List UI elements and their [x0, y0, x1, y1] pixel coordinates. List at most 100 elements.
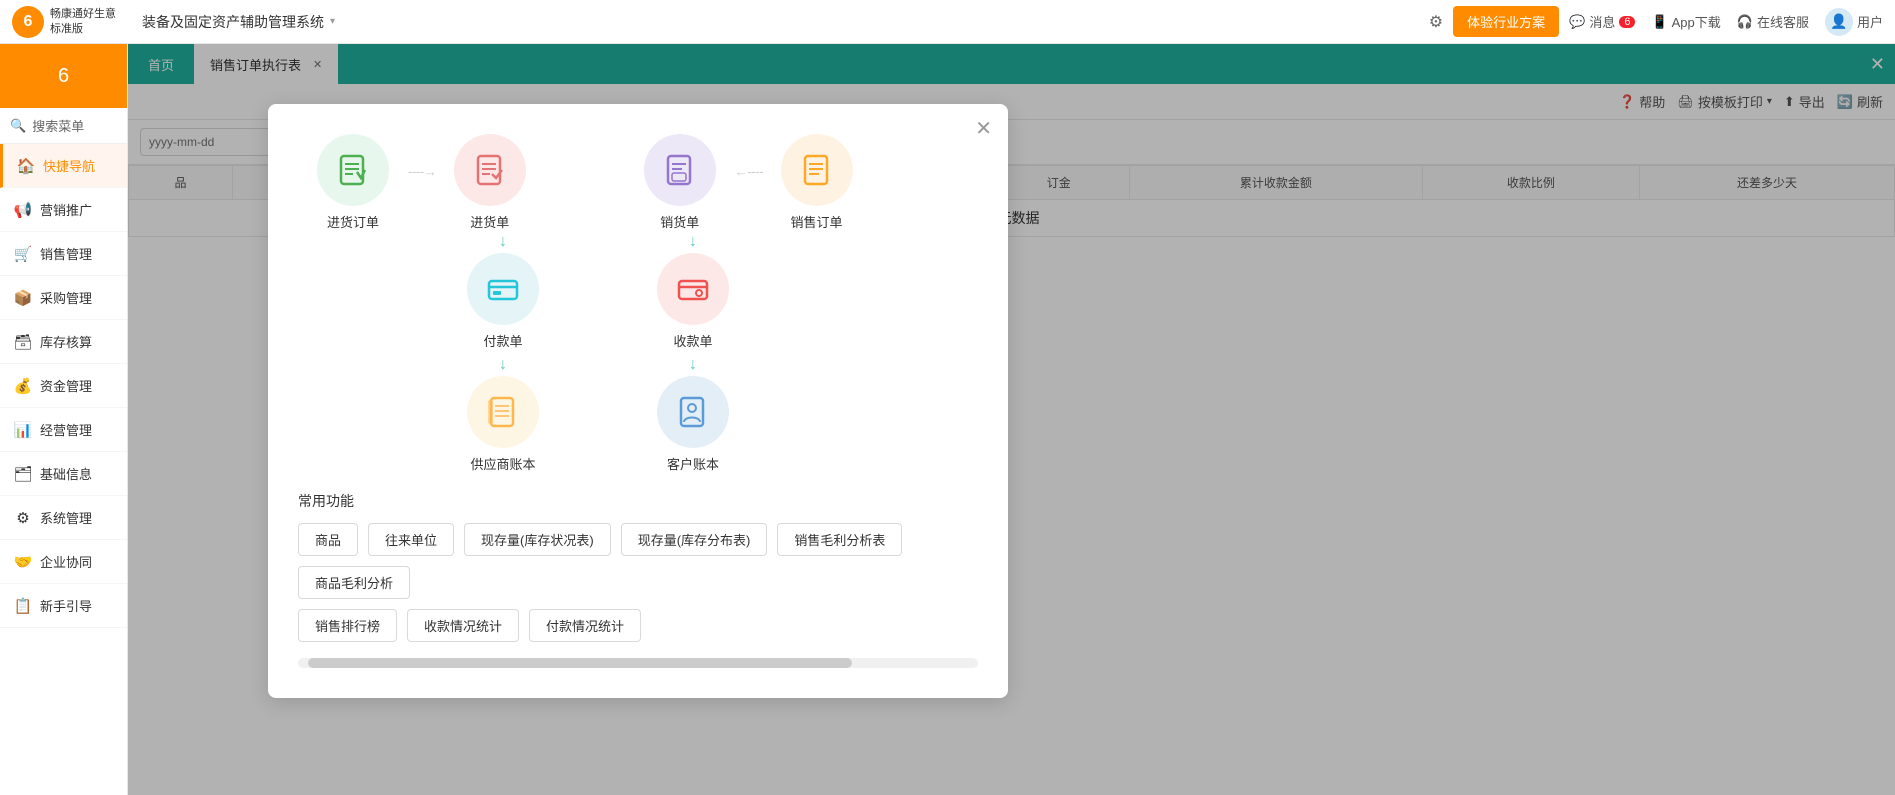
- spacer-r3-1: [298, 356, 408, 374]
- sidebar-item-sys-mgmt[interactable]: ⚙ 系统管理: [0, 496, 127, 540]
- sidebar-item-finance[interactable]: 💰 资金管理: [0, 364, 127, 408]
- sidebar-item-inventory[interactable]: 🗃 库存核算: [0, 320, 127, 364]
- flow-node-payment[interactable]: 付款单: [448, 253, 558, 350]
- popup-scrollbar[interactable]: [298, 658, 978, 668]
- down-arrow-purchase-bill: ↓: [448, 233, 558, 251]
- flow-node-receipt[interactable]: 收款单: [638, 253, 748, 350]
- sidebar-item-enterprise[interactable]: 🤝 企业协同: [0, 540, 127, 584]
- system-title-dropdown-icon[interactable]: ▾: [330, 16, 335, 27]
- operations-icon: 📊: [14, 421, 32, 439]
- online-service-btn[interactable]: 🎧 在线客服: [1737, 12, 1809, 31]
- system-title-text: 装备及固定资产辅助管理系统: [142, 12, 324, 32]
- marketing-icon: 📢: [14, 201, 32, 219]
- flow-node-purchase-order[interactable]: 进货订单: [298, 134, 408, 231]
- flow-arrows-row2: ↓ ↓: [298, 356, 978, 374]
- app-container: 6 畅康通好生意 标准版 装备及固定资产辅助管理系统 ▾ ⚙ 体验行业方案 💬 …: [0, 0, 1895, 795]
- user-area[interactable]: 👤 用户: [1825, 8, 1883, 36]
- func-row-2: 销售排行榜 收款情况统计 付款情况统计: [298, 609, 978, 642]
- top-bar: 6 畅康通好生意 标准版 装备及固定资产辅助管理系统 ▾ ⚙ 体验行业方案 💬 …: [0, 0, 1895, 44]
- func-btn-payment-stats[interactable]: 付款情况统计: [529, 609, 641, 642]
- flow-circle-supplier-ledger: [467, 376, 539, 448]
- app-download-btn[interactable]: 📱 App下载: [1651, 12, 1720, 31]
- sidebar-item-sales[interactable]: 🛒 销售管理: [0, 232, 127, 276]
- arrow-sales-bill-to-order: ← - - - -: [735, 164, 762, 179]
- flow-circle-purchase-order: [317, 134, 389, 206]
- popup-scrollbar-thumb: [308, 658, 852, 668]
- logo-text: 畅康通好生意 标准版: [50, 7, 116, 36]
- sidebar-item-purchase[interactable]: 📦 采购管理: [0, 276, 127, 320]
- left-flow: 进货订单 - - - - → 进货单: [298, 134, 545, 231]
- spacer-left2: [408, 233, 448, 251]
- func-btn-sales-profit[interactable]: 销售毛利分析表: [777, 523, 902, 556]
- common-functions: 常用功能 商品 往来单位 现存量(库存状况表) 现存量(库存分布表) 销售毛利分…: [298, 491, 978, 642]
- down-arrow-receipt: ↓: [638, 356, 748, 374]
- func-btn-product-profit[interactable]: 商品毛利分析: [298, 566, 410, 599]
- down-arrow-purchase-bill-icon: ↓: [499, 233, 507, 251]
- enterprise-icon: 🤝: [14, 553, 32, 571]
- right-flow: 销货单 ← - - - - 销售订单: [625, 134, 872, 231]
- down-arrow-sales-bill: ↓: [638, 233, 748, 251]
- func-btn-stock-dist[interactable]: 现存量(库存分布表): [621, 523, 768, 556]
- spacer-r3-3: [558, 356, 638, 374]
- quick-nav-icon: 🏠: [17, 157, 35, 175]
- inventory-icon: 🗃: [14, 333, 32, 351]
- flow-section: 进货订单 - - - - → 进货单: [298, 134, 978, 473]
- system-title: 装备及固定资产辅助管理系统 ▾: [142, 12, 1419, 32]
- flow-circle-sales-order: [781, 134, 853, 206]
- func-btn-stock-status[interactable]: 现存量(库存状况表): [464, 523, 611, 556]
- flow-circle-sales-bill: [644, 134, 716, 206]
- logo-icon: 6: [12, 6, 44, 38]
- down-arrow-receipt-icon: ↓: [689, 356, 697, 374]
- func-btn-receipt-stats[interactable]: 收款情况统计: [407, 609, 519, 642]
- sidebar-search[interactable]: 🔍 搜索菜单: [0, 108, 127, 144]
- app-icon: 📱: [1651, 14, 1667, 30]
- purchase-icon: 📦: [14, 289, 32, 307]
- common-funcs-title: 常用功能: [298, 491, 978, 511]
- func-btn-partners[interactable]: 往来单位: [368, 523, 454, 556]
- popup-close-btn[interactable]: ✕: [975, 116, 992, 141]
- flow-node-sales-order[interactable]: 销售订单: [762, 134, 872, 231]
- avatar: 👤: [1825, 8, 1853, 36]
- logo-area: 6 畅康通好生意 标准版: [12, 6, 132, 38]
- flow-circle-payment: [467, 253, 539, 325]
- flow-row-1: 进货订单 - - - - → 进货单: [298, 134, 978, 231]
- main-area: 6 🔍 搜索菜单 🏠 快捷导航 📢 营销推广 🛒 销售管理: [0, 44, 1895, 795]
- sales-icon: 🛒: [14, 245, 32, 263]
- func-row-1: 商品 往来单位 现存量(库存状况表) 现存量(库存分布表) 销售毛利分析表 商品…: [298, 523, 978, 599]
- message-btn[interactable]: 💬 消息 6: [1569, 12, 1635, 31]
- flow-arrows-row: ↓ ↓: [298, 233, 978, 251]
- message-icon: 💬: [1569, 14, 1585, 30]
- sidebar-item-new-guide[interactable]: 📋 新手引导: [0, 584, 127, 628]
- user-name: 用户: [1857, 12, 1883, 31]
- down-arrow-payment-icon: ↓: [499, 356, 507, 374]
- flow-node-sales-bill[interactable]: 销货单: [625, 134, 735, 231]
- sidebar-menu: 🏠 快捷导航 📢 营销推广 🛒 销售管理 📦 采购管理 🗃 库存核: [0, 144, 127, 795]
- search-icon: 🔍: [10, 118, 26, 134]
- sidebar-logo: 6: [0, 44, 127, 108]
- sidebar: 6 🔍 搜索菜单 🏠 快捷导航 📢 营销推广 🛒 销售管理: [0, 44, 128, 795]
- spacer-left1: [298, 233, 408, 251]
- spacer-r3-2: [408, 356, 448, 374]
- service-icon: 🎧: [1737, 14, 1753, 30]
- sidebar-logo-icon: 6: [44, 56, 84, 96]
- sys-mgmt-icon: ⚙: [14, 509, 32, 527]
- settings-icon[interactable]: ⚙: [1429, 12, 1443, 32]
- func-btn-sales-rank[interactable]: 销售排行榜: [298, 609, 397, 642]
- sidebar-item-quick-nav[interactable]: 🏠 快捷导航: [0, 144, 127, 188]
- flow-node-customer-ledger[interactable]: 客户账本: [638, 376, 748, 473]
- new-guide-icon: 📋: [14, 597, 32, 615]
- flow-circle-purchase-bill: [454, 134, 526, 206]
- finance-icon: 💰: [14, 377, 32, 395]
- sidebar-item-basic-info[interactable]: 🗂 基础信息: [0, 452, 127, 496]
- flow-row-3: 供应商账本 客户账本: [298, 376, 978, 473]
- down-arrow-payment: ↓: [448, 356, 558, 374]
- flow-node-purchase-bill[interactable]: 进货单: [435, 134, 545, 231]
- experience-btn[interactable]: 体验行业方案: [1453, 6, 1559, 37]
- content-area: 首页 销售订单执行表 ✕ ✕ ❓ 帮助 🖨 按模板打印 ▾: [128, 44, 1895, 795]
- sidebar-item-marketing[interactable]: 📢 营销推广: [0, 188, 127, 232]
- flow-node-supplier-ledger[interactable]: 供应商账本: [448, 376, 558, 473]
- spacer-mid: [558, 233, 638, 251]
- func-btn-product[interactable]: 商品: [298, 523, 358, 556]
- popup-overlay: ✕ 进货订单: [128, 44, 1895, 795]
- sidebar-item-operations[interactable]: 📊 经营管理: [0, 408, 127, 452]
